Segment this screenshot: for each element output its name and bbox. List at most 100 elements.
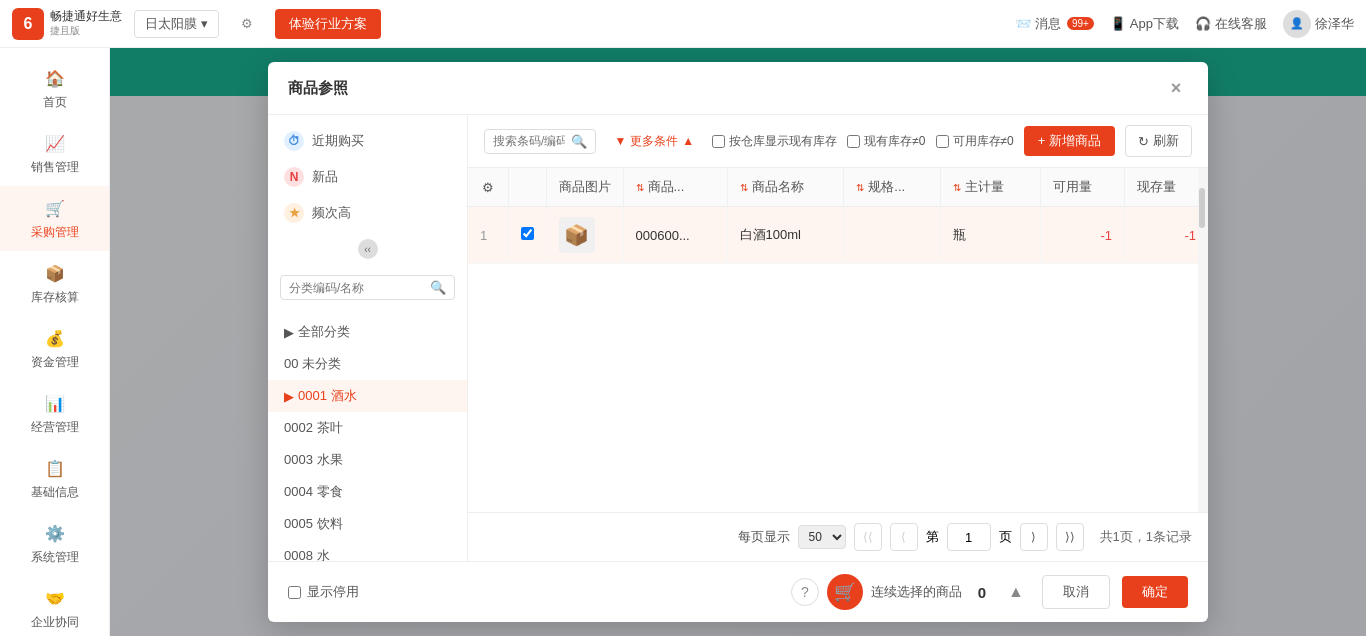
table-row[interactable]: 1 📦 000600... 白酒100ml	[468, 207, 1208, 264]
show-disabled-checkbox[interactable]	[288, 586, 301, 599]
row-num: 1	[468, 207, 508, 264]
trial-button[interactable]: 体验行业方案	[275, 9, 381, 39]
cart-count: 0	[970, 584, 994, 601]
category-0005[interactable]: 0005 饮料	[268, 508, 467, 540]
filter-nonzero-checkbox[interactable]	[847, 135, 860, 148]
row-name: 白酒100ml	[727, 207, 844, 264]
new-icon: N	[284, 167, 304, 187]
filter-warehouse-checkbox[interactable]	[712, 135, 725, 148]
sidebar-item-operations[interactable]: 📊 经营管理	[0, 381, 109, 446]
quick-nav-label: 频次高	[312, 204, 351, 222]
category-search-box[interactable]: 🔍	[280, 275, 455, 300]
prev-page-button[interactable]: ⟨	[890, 523, 918, 551]
category-0004[interactable]: 0004 零食	[268, 476, 467, 508]
filter-available-stock[interactable]: 可用库存≠0	[936, 133, 1014, 150]
more-filter-button[interactable]: ▼ 更多条件 ▲	[606, 129, 702, 154]
category-all[interactable]: ▶ 全部分类	[268, 316, 467, 348]
table-header-row: ⚙ 商品图片 ⇅ 商品...	[468, 168, 1208, 207]
sidebar-item-label: 系统管理	[31, 549, 79, 566]
brand-name: 畅捷通好生意	[50, 9, 122, 25]
modal-title: 商品参照	[288, 79, 348, 98]
quick-nav-label: 近期购买	[312, 132, 364, 150]
enterprise-icon: 🤝	[43, 586, 67, 610]
show-disabled-toggle[interactable]: 显示停用	[288, 583, 359, 601]
col-settings[interactable]: ⚙	[468, 168, 508, 207]
row-spec	[844, 207, 941, 264]
sidebar-item-enterprise[interactable]: 🤝 企业协同	[0, 576, 109, 636]
chevron-up-icon: ▲	[682, 134, 694, 148]
sort-icon: ⇅	[740, 182, 748, 193]
confirm-button[interactable]: 确定	[1122, 576, 1188, 608]
col-spec[interactable]: ⇅ 规格...	[844, 168, 941, 207]
collapse-cart-button[interactable]: ▲	[1002, 578, 1030, 606]
quick-nav-label: 新品	[312, 168, 338, 186]
product-search-input[interactable]	[493, 134, 565, 148]
notifications-button[interactable]: 📨 消息 99+	[1015, 15, 1094, 33]
app-download-button[interactable]: 📱 App下载	[1110, 15, 1179, 33]
sidebar-item-basic-info[interactable]: 📋 基础信息	[0, 446, 109, 511]
next-page-button[interactable]: ⟩	[1020, 523, 1048, 551]
col-unit[interactable]: ⇅ 主计量	[941, 168, 1041, 207]
nav-right: 📨 消息 99+ 📱 App下载 🎧 在线客服 👤 徐泽华	[1015, 10, 1354, 38]
category-0002[interactable]: 0002 茶叶	[268, 412, 467, 444]
scroll-thumb[interactable]	[1199, 188, 1205, 228]
purchase-icon: 🛒	[43, 196, 67, 220]
row-image: 📦	[546, 207, 623, 264]
category-0008[interactable]: 0008 水	[268, 540, 467, 561]
sidebar-item-inventory[interactable]: 📦 库存核算	[0, 251, 109, 316]
category-0001[interactable]: ▶ 0001 酒水	[268, 380, 467, 412]
user-area[interactable]: 👤 徐泽华	[1283, 10, 1354, 38]
first-page-button[interactable]: ⟨⟨	[854, 523, 882, 551]
filter-icon: ▼	[614, 134, 626, 148]
scrollbar[interactable]	[1198, 168, 1208, 512]
quick-nav-recent[interactable]: ⏱ 近期购买	[268, 123, 467, 159]
page-input[interactable]	[947, 523, 991, 551]
operations-icon: 📊	[43, 391, 67, 415]
col-code[interactable]: ⇅ 商品...	[623, 168, 727, 207]
category-00[interactable]: 00 未分类	[268, 348, 467, 380]
settings-button[interactable]: ⚙	[231, 8, 263, 40]
refresh-button[interactable]: ↻ 刷新	[1125, 125, 1192, 157]
quick-nav-new[interactable]: N 新品	[268, 159, 467, 195]
online-service-button[interactable]: 🎧 在线客服	[1195, 15, 1267, 33]
add-product-button[interactable]: + 新增商品	[1024, 126, 1115, 156]
page-size-select[interactable]: 50	[798, 525, 846, 549]
modal-overlay: 商品参照 × ⏱ 近期购买 N 新品	[110, 48, 1366, 636]
sidebar-item-sales[interactable]: 📈 销售管理	[0, 121, 109, 186]
cart-button[interactable]: 🛒	[827, 574, 863, 610]
sidebar-item-home[interactable]: 🏠 首页	[0, 56, 109, 121]
sidebar-item-system[interactable]: ⚙️ 系统管理	[0, 511, 109, 576]
category-search-input[interactable]	[289, 281, 426, 295]
modal-close-button[interactable]: ×	[1164, 76, 1188, 100]
logo-area: 6 畅捷通好生意 捷且版	[12, 8, 122, 40]
last-page-button[interactable]: ⟩⟩	[1056, 523, 1084, 551]
modal-right-panel: 🔍 ▼ 更多条件 ▲ 按仓库显示现有库存	[468, 115, 1208, 561]
nav-selector[interactable]: 日太阳膜 ▾	[134, 10, 219, 38]
help-button[interactable]: ?	[791, 578, 819, 606]
cart-label: 连续选择的商品	[871, 583, 962, 601]
product-lookup-modal: 商品参照 × ⏱ 近期购买 N 新品	[268, 62, 1208, 622]
col-checkbox	[508, 168, 546, 207]
home-icon: 🏠	[43, 66, 67, 90]
chevron-down-icon: ▾	[201, 16, 208, 31]
basic-info-icon: 📋	[43, 456, 67, 480]
category-0003[interactable]: 0003 水果	[268, 444, 467, 476]
col-name[interactable]: ⇅ 商品名称	[727, 168, 844, 207]
cancel-button[interactable]: 取消	[1042, 575, 1110, 609]
sidebar-item-label: 基础信息	[31, 484, 79, 501]
filter-nonzero-stock[interactable]: 现有库存≠0	[847, 133, 925, 150]
product-search-box[interactable]: 🔍	[484, 129, 596, 154]
row-checkbox[interactable]	[508, 207, 546, 264]
filter-available-checkbox[interactable]	[936, 135, 949, 148]
sidebar-item-label: 首页	[43, 94, 67, 111]
sidebar-item-label: 经营管理	[31, 419, 79, 436]
top-nav: 6 畅捷通好生意 捷且版 日太阳膜 ▾ ⚙ 体验行业方案 📨 消息 99+ 📱 …	[0, 0, 1366, 48]
filter-warehouse-stock[interactable]: 按仓库显示现有库存	[712, 133, 837, 150]
search-icon: 🔍	[571, 134, 587, 149]
sidebar-item-purchase[interactable]: 🛒 采购管理	[0, 186, 109, 251]
sidebar-item-finance[interactable]: 💰 资金管理	[0, 316, 109, 381]
sidebar-item-label: 企业协同	[31, 614, 79, 631]
collapse-left-button[interactable]: ‹‹	[358, 239, 378, 259]
quick-nav-freq[interactable]: ★ 频次高	[268, 195, 467, 231]
row-available: -1	[1041, 207, 1125, 264]
